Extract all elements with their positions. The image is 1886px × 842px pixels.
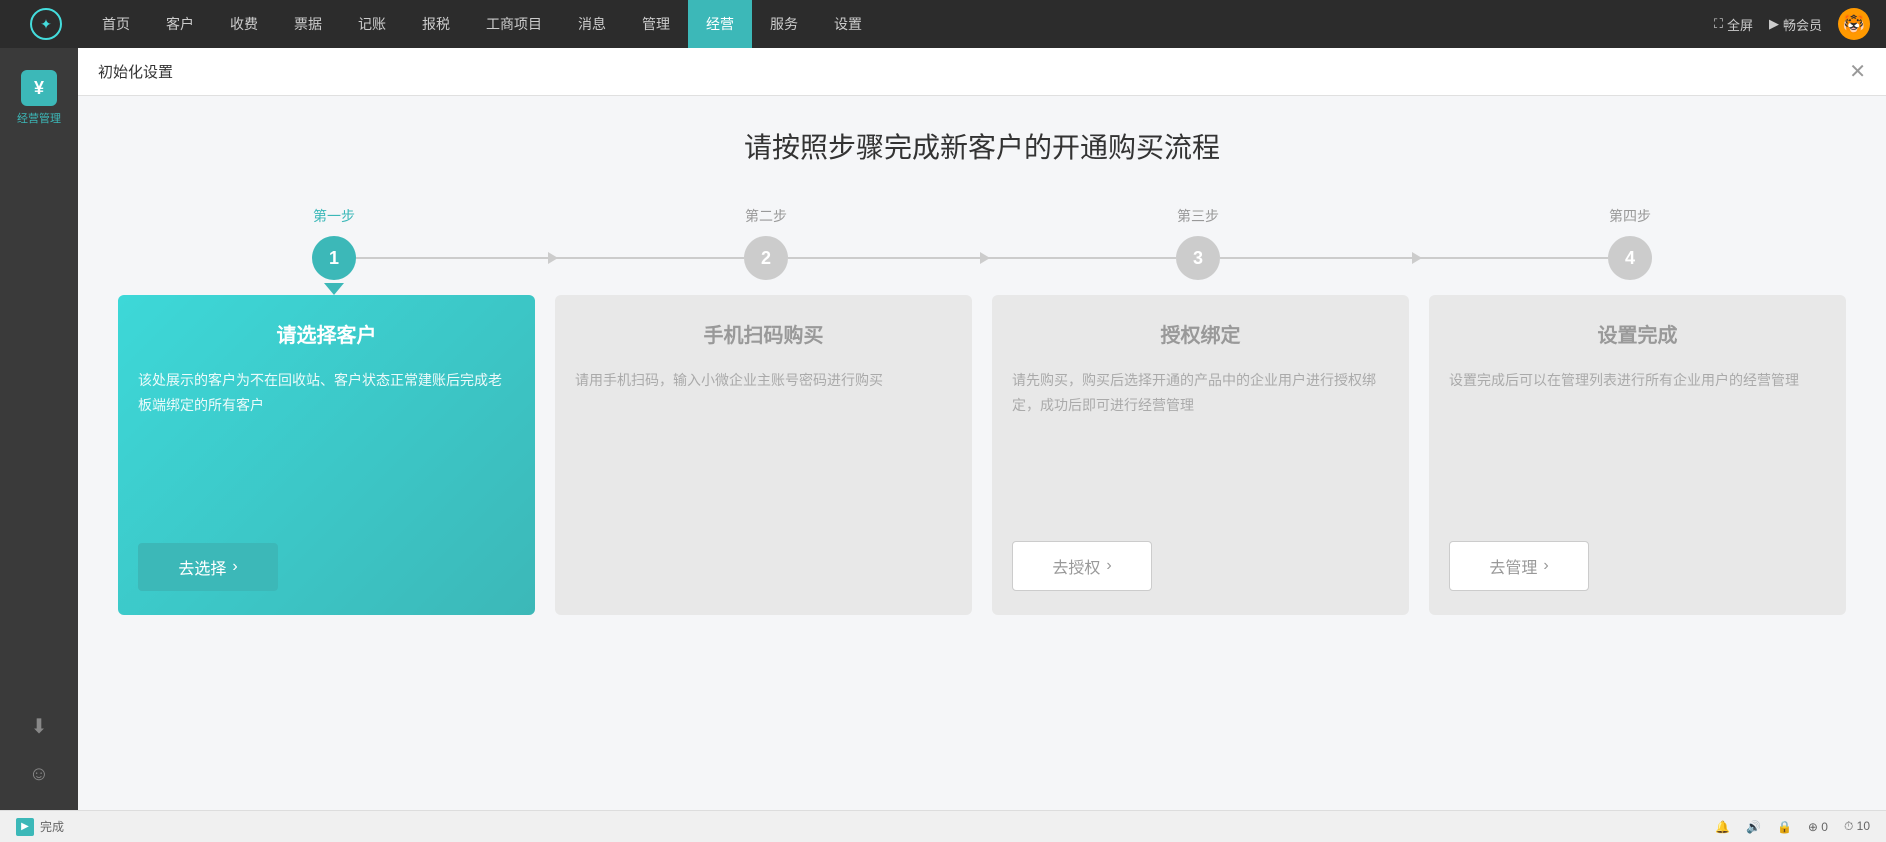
page-title: 初始化设置	[98, 61, 173, 82]
top-nav: ✦ 首页 客户 收费 票据 记账 报税 工商项目 消息 管理 经营 服务 设置 …	[0, 0, 1886, 48]
play-button[interactable]: ▶	[16, 818, 34, 836]
status-text: 完成	[40, 818, 64, 835]
close-button[interactable]: ✕	[1849, 62, 1866, 82]
nav-item-business[interactable]: 工商项目	[468, 0, 560, 48]
card-2-title: 手机扫码购买	[575, 319, 952, 348]
steps-row: 第一步 1 第二步	[118, 206, 1846, 295]
nav-item-client[interactable]: 客户	[148, 0, 212, 48]
step-2-label: 第二步	[745, 206, 787, 226]
network-status: ⊕ 0	[1808, 820, 1828, 834]
volume-icon[interactable]: 🔊	[1746, 820, 1761, 834]
go-authorize-label: 去授权	[1052, 554, 1100, 578]
step-1-header: 第一步 1	[118, 206, 550, 295]
card-4-title: 设置完成	[1449, 319, 1826, 348]
support-icon[interactable]: ☺	[21, 755, 57, 794]
sidebar-item-operation[interactable]: ¥ 经营管理	[0, 58, 78, 138]
card-1-title: 请选择客户	[138, 319, 515, 348]
go-manage-arrow: ›	[1543, 557, 1548, 575]
card-3-btn-area: 去授权 ›	[1012, 521, 1389, 591]
nav-item-charge[interactable]: 收费	[212, 0, 276, 48]
go-select-button[interactable]: 去选择 ›	[138, 543, 278, 591]
go-select-label: 去选择	[178, 555, 226, 579]
fullscreen-icon: ⛶	[1714, 16, 1723, 32]
content-body: 请按照步骤完成新客户的开通购买流程 第一步 1	[78, 96, 1886, 810]
download-icon[interactable]: ⬇	[23, 706, 56, 747]
lock-icon[interactable]: 🔒	[1777, 820, 1792, 834]
nav-items: 首页 客户 收费 票据 记账 报税 工商项目 消息 管理 经营 服务 设置	[84, 0, 1714, 48]
nav-logo: ✦	[16, 8, 76, 40]
nav-item-bookkeeping[interactable]: 记账	[340, 0, 404, 48]
logo-icon: ✦	[30, 8, 62, 40]
main-layout: ¥ 经营管理 ⬇ ☺ 初始化设置 ✕ 请按照步骤完成新客户的开通购买流程	[0, 48, 1886, 810]
operation-icon: ¥	[21, 70, 57, 106]
step-2-header: 第二步 2	[550, 206, 982, 295]
card-3-title: 授权绑定	[1012, 319, 1389, 348]
step-3-header: 第三步 3	[982, 206, 1414, 295]
card-1-btn-area: 去选择 ›	[138, 523, 515, 591]
card-3-desc: 请先购买，购买后选择开通的产品中的企业用户进行授权绑定，成功后即可进行经营管理	[1012, 368, 1389, 521]
step-3-label: 第三步	[1177, 206, 1219, 226]
go-authorize-button[interactable]: 去授权 ›	[1012, 541, 1152, 591]
sidebar: ¥ 经营管理 ⬇ ☺	[0, 48, 78, 810]
card-2-desc: 请用手机扫码，输入小微企业主账号密码进行购买	[575, 368, 952, 591]
card-4-desc: 设置完成后可以在管理列表进行所有企业用户的经营管理	[1449, 368, 1826, 521]
user-avatar[interactable]: 🐯	[1838, 8, 1870, 40]
step-card-3: 授权绑定 请先购买，购买后选择开通的产品中的企业用户进行授权绑定，成功后即可进行…	[992, 295, 1409, 615]
sidebar-item-label: 经营管理	[17, 110, 61, 126]
step-1-pointer	[324, 283, 344, 295]
card-4-btn-area: 去管理 ›	[1449, 521, 1826, 591]
content-area: 初始化设置 ✕ 请按照步骤完成新客户的开通购买流程 第一步 1	[78, 48, 1886, 810]
cards-row: 请选择客户 该处展示的客户为不在回收站、客户状态正常建账后完成老板端绑定的所有客…	[118, 295, 1846, 615]
nav-item-service[interactable]: 服务	[752, 0, 816, 48]
go-select-arrow: ›	[232, 558, 237, 576]
steps-section: 第一步 1 第二步	[118, 206, 1846, 615]
step-card-2: 手机扫码购买 请用手机扫码，输入小微企业主账号密码进行购买	[555, 295, 972, 615]
nav-item-manage[interactable]: 管理	[624, 0, 688, 48]
vip-btn[interactable]: ▶ 畅会员	[1769, 15, 1822, 34]
page-heading: 请按照步骤完成新客户的开通购买流程	[118, 126, 1846, 166]
time-display: ⏱ 10	[1844, 819, 1870, 834]
step-card-1: 请选择客户 该处展示的客户为不在回收站、客户状态正常建账后完成老板端绑定的所有客…	[118, 295, 535, 615]
card-1-desc: 该处展示的客户为不在回收站、客户状态正常建账后完成老板端绑定的所有客户	[138, 368, 515, 523]
status-bar-left: ▶ 完成	[16, 818, 64, 836]
nav-right: ⛶ 全屏 ▶ 畅会员 🐯	[1714, 8, 1870, 40]
step-4-circle: 4	[1608, 236, 1652, 280]
nav-item-home[interactable]: 首页	[84, 0, 148, 48]
fullscreen-label: 全屏	[1727, 15, 1753, 34]
fullscreen-btn[interactable]: ⛶ 全屏	[1714, 15, 1753, 34]
step-2-circle: 2	[744, 236, 788, 280]
go-authorize-arrow: ›	[1106, 557, 1111, 575]
notification-icon[interactable]: 🔔	[1715, 820, 1730, 834]
nav-item-tax[interactable]: 报税	[404, 0, 468, 48]
content-header: 初始化设置 ✕	[78, 48, 1886, 96]
step-1-label: 第一步	[313, 206, 355, 226]
nav-item-operation[interactable]: 经营	[688, 0, 752, 48]
go-manage-label: 去管理	[1489, 554, 1537, 578]
vip-icon: ▶	[1769, 16, 1779, 32]
step-4-header: 第四步 4	[1414, 206, 1846, 295]
step-1-circle: 1	[312, 236, 356, 280]
step-1-connector	[356, 257, 550, 259]
status-bar: ▶ 完成 🔔 🔊 🔒 ⊕ 0 ⏱ 10	[0, 810, 1886, 842]
nav-item-message[interactable]: 消息	[560, 0, 624, 48]
sidebar-bottom: ⬇ ☺	[21, 706, 57, 810]
go-manage-button[interactable]: 去管理 ›	[1449, 541, 1589, 591]
step-4-label: 第四步	[1609, 206, 1651, 226]
step-card-4: 设置完成 设置完成后可以在管理列表进行所有企业用户的经营管理 去管理 ›	[1429, 295, 1846, 615]
status-bar-right: 🔔 🔊 🔒 ⊕ 0 ⏱ 10	[1715, 819, 1870, 834]
nav-item-invoice[interactable]: 票据	[276, 0, 340, 48]
nav-item-settings[interactable]: 设置	[816, 0, 880, 48]
vip-label: 畅会员	[1783, 15, 1822, 34]
step-3-circle: 3	[1176, 236, 1220, 280]
